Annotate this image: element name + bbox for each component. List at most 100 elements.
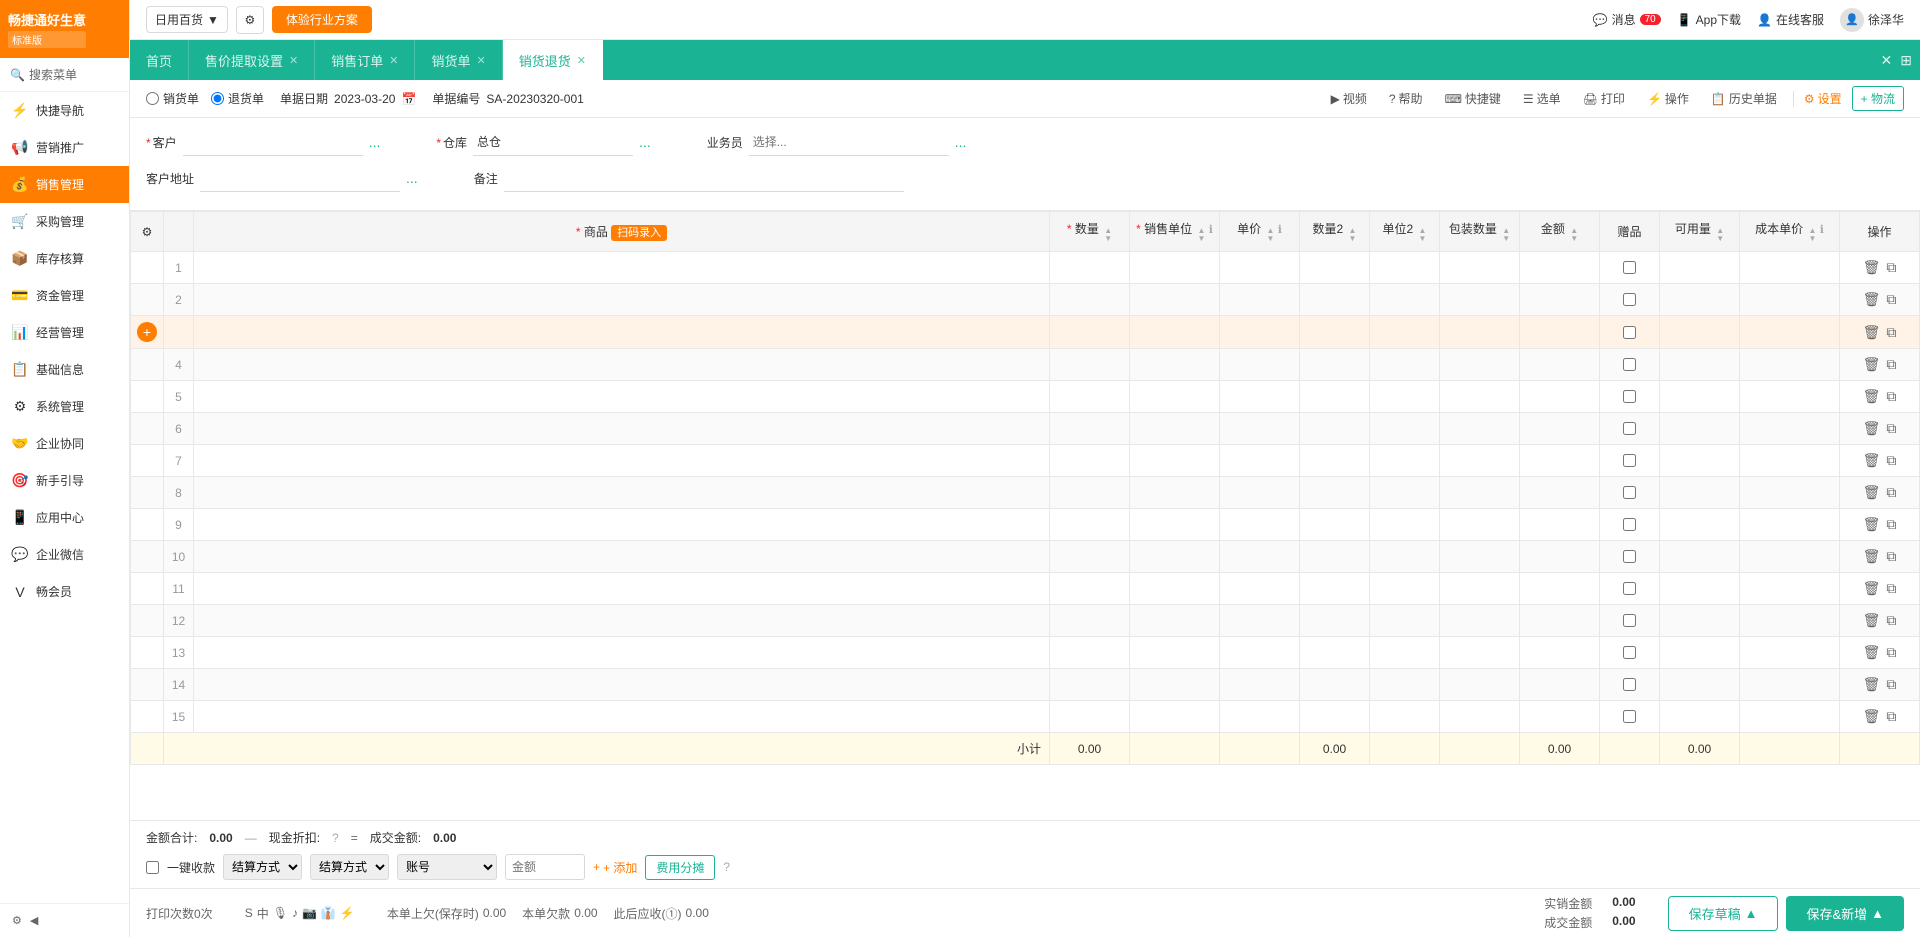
- taskbar-icon-4[interactable]: ♪: [292, 906, 298, 920]
- row-unit2-cell[interactable]: [1370, 284, 1440, 316]
- radio-sales[interactable]: 销货单: [146, 90, 199, 107]
- tab-sales-delivery-close[interactable]: ✕: [477, 54, 486, 67]
- add-payment-btn[interactable]: + + 添加: [593, 859, 637, 876]
- sidebar-item-operation[interactable]: 📊 经营管理: [0, 314, 129, 351]
- copy-row-btn[interactable]: ⧉: [1886, 452, 1896, 469]
- expand-tab-btn[interactable]: ⊞: [1900, 52, 1912, 69]
- operate-btn[interactable]: ⚡ 操作: [1641, 87, 1695, 110]
- copy-row-btn[interactable]: ⧉: [1886, 259, 1896, 276]
- tab-sales-delivery[interactable]: 销货单 ✕: [415, 40, 502, 80]
- sidebar-item-sales[interactable]: 💰 销售管理: [0, 166, 129, 203]
- row-unit-cell[interactable]: [1130, 252, 1220, 284]
- gift-checkbox[interactable]: [1623, 390, 1636, 403]
- copy-row-btn[interactable]: ⧉: [1886, 548, 1896, 565]
- search-menu[interactable]: 🔍 搜索菜单: [0, 58, 129, 92]
- row-qty2-cell[interactable]: [1300, 316, 1370, 349]
- sidebar-item-purchase[interactable]: 🛒 采购管理: [0, 203, 129, 240]
- row-cost-cell[interactable]: [1740, 316, 1840, 349]
- copy-row-btn[interactable]: ⧉: [1886, 324, 1896, 341]
- row-price-cell[interactable]: [1220, 284, 1300, 316]
- sidebar-item-system[interactable]: ⚙ 系统管理: [0, 388, 129, 425]
- sidebar-item-inventory[interactable]: 📦 库存核算: [0, 240, 129, 277]
- gift-checkbox[interactable]: [1623, 454, 1636, 467]
- customer-dots[interactable]: ...: [369, 134, 381, 150]
- row-gift-cell[interactable]: [1600, 284, 1660, 316]
- row-amount-cell[interactable]: [1520, 252, 1600, 284]
- gift-checkbox[interactable]: [1623, 710, 1636, 723]
- one-click-payment-checkbox[interactable]: [146, 861, 159, 874]
- unit-sort[interactable]: ▲▼: [1197, 227, 1205, 243]
- add-logistics-btn[interactable]: + 物流: [1852, 86, 1904, 111]
- taskbar-icon-7[interactable]: ⚡: [340, 906, 355, 920]
- row-amount-cell[interactable]: [1520, 316, 1600, 349]
- unit2-sort[interactable]: ▲▼: [1419, 227, 1427, 243]
- delete-row-btn[interactable]: 🗑: [1863, 324, 1881, 341]
- remark-input[interactable]: [504, 164, 904, 192]
- gift-checkbox[interactable]: [1623, 678, 1636, 691]
- radio-return-input[interactable]: [211, 92, 224, 105]
- taskbar-icon-6[interactable]: 👔: [321, 906, 336, 920]
- delete-row-btn[interactable]: 🗑: [1863, 291, 1881, 308]
- warehouse-input[interactable]: [473, 128, 633, 156]
- address-dots[interactable]: ...: [406, 170, 418, 186]
- delete-row-btn[interactable]: 🗑: [1863, 452, 1881, 469]
- customer-input[interactable]: [183, 128, 363, 156]
- amount-sort[interactable]: ▲▼: [1570, 227, 1578, 243]
- copy-row-btn[interactable]: ⧉: [1886, 420, 1896, 437]
- row-unit2-cell[interactable]: [1370, 316, 1440, 349]
- sidebar-item-newbie[interactable]: 🎯 新手引导: [0, 462, 129, 499]
- collapse-icon[interactable]: ◀: [30, 914, 38, 927]
- gift-checkbox[interactable]: [1623, 646, 1636, 659]
- row-pack-cell[interactable]: [1440, 252, 1520, 284]
- copy-row-btn[interactable]: ⧉: [1886, 291, 1896, 308]
- delete-row-btn[interactable]: 🗑: [1863, 644, 1881, 661]
- gift-checkbox[interactable]: [1623, 550, 1636, 563]
- save-dropdown-icon[interactable]: ▲: [1871, 906, 1884, 921]
- copy-row-btn[interactable]: ⧉: [1886, 580, 1896, 597]
- staff-dots[interactable]: ...: [955, 134, 967, 150]
- row-qty2-cell[interactable]: [1300, 284, 1370, 316]
- copy-row-btn[interactable]: ⧉: [1886, 356, 1896, 373]
- gift-checkbox[interactable]: [1623, 261, 1636, 274]
- sidebar-item-finance[interactable]: 💳 资金管理: [0, 277, 129, 314]
- row-available-cell[interactable]: [1660, 252, 1740, 284]
- qty2-sort[interactable]: ▲▼: [1349, 227, 1357, 243]
- tab-home[interactable]: 首页: [130, 40, 189, 80]
- select-btn[interactable]: ☰ 选单: [1517, 87, 1567, 110]
- row-gift-cell[interactable]: [1600, 252, 1660, 284]
- calendar-icon[interactable]: 📅: [401, 92, 416, 106]
- delete-row-btn[interactable]: 🗑: [1863, 356, 1881, 373]
- copy-row-btn[interactable]: ⧉: [1886, 484, 1896, 501]
- col-settings[interactable]: ⚙: [131, 212, 164, 252]
- sidebar-item-enterprise[interactable]: 🤝 企业协同: [0, 425, 129, 462]
- sidebar-item-apps[interactable]: 📱 应用中心: [0, 499, 129, 536]
- trial-btn[interactable]: 体验行业方案: [272, 6, 372, 33]
- delete-row-btn[interactable]: 🗑: [1863, 420, 1881, 437]
- tab-price-settings[interactable]: 售价提取设置 ✕: [189, 40, 315, 80]
- row-unit-cell[interactable]: [1130, 316, 1220, 349]
- row-product-cell[interactable]: [194, 284, 1050, 316]
- pack-sort[interactable]: ▲▼: [1502, 227, 1510, 243]
- delete-row-btn[interactable]: 🗑: [1863, 259, 1881, 276]
- settings-icon[interactable]: ⚙: [12, 914, 22, 927]
- online-service-btn[interactable]: 👤 在线客服: [1757, 11, 1824, 28]
- gift-checkbox[interactable]: [1623, 422, 1636, 435]
- sidebar-item-wechat[interactable]: 💬 企业微信: [0, 536, 129, 573]
- sidebar-item-member[interactable]: V 畅会员: [0, 573, 129, 610]
- row-pack-cell[interactable]: [1440, 284, 1520, 316]
- save-new-btn[interactable]: 保存&新增 ▲: [1786, 896, 1904, 931]
- taskbar-icon-1[interactable]: S: [245, 906, 253, 920]
- settings-icon[interactable]: ⚙: [142, 225, 153, 239]
- radio-sales-input[interactable]: [146, 92, 159, 105]
- gift-checkbox[interactable]: [1623, 326, 1636, 339]
- daily-selector[interactable]: 日用百货 ▼: [146, 6, 228, 33]
- taskbar-icon-3[interactable]: 🎙: [273, 906, 288, 920]
- copy-row-btn[interactable]: ⧉: [1886, 388, 1896, 405]
- row-product-cell[interactable]: [194, 252, 1050, 284]
- discount-help-icon[interactable]: ?: [332, 831, 339, 845]
- taskbar-icon-5[interactable]: 📷: [302, 906, 317, 920]
- history-btn[interactable]: 📋 历史单据: [1705, 87, 1783, 110]
- row-cost-cell[interactable]: [1740, 252, 1840, 284]
- row-pack-cell[interactable]: [1440, 316, 1520, 349]
- row-unit2-cell[interactable]: [1370, 252, 1440, 284]
